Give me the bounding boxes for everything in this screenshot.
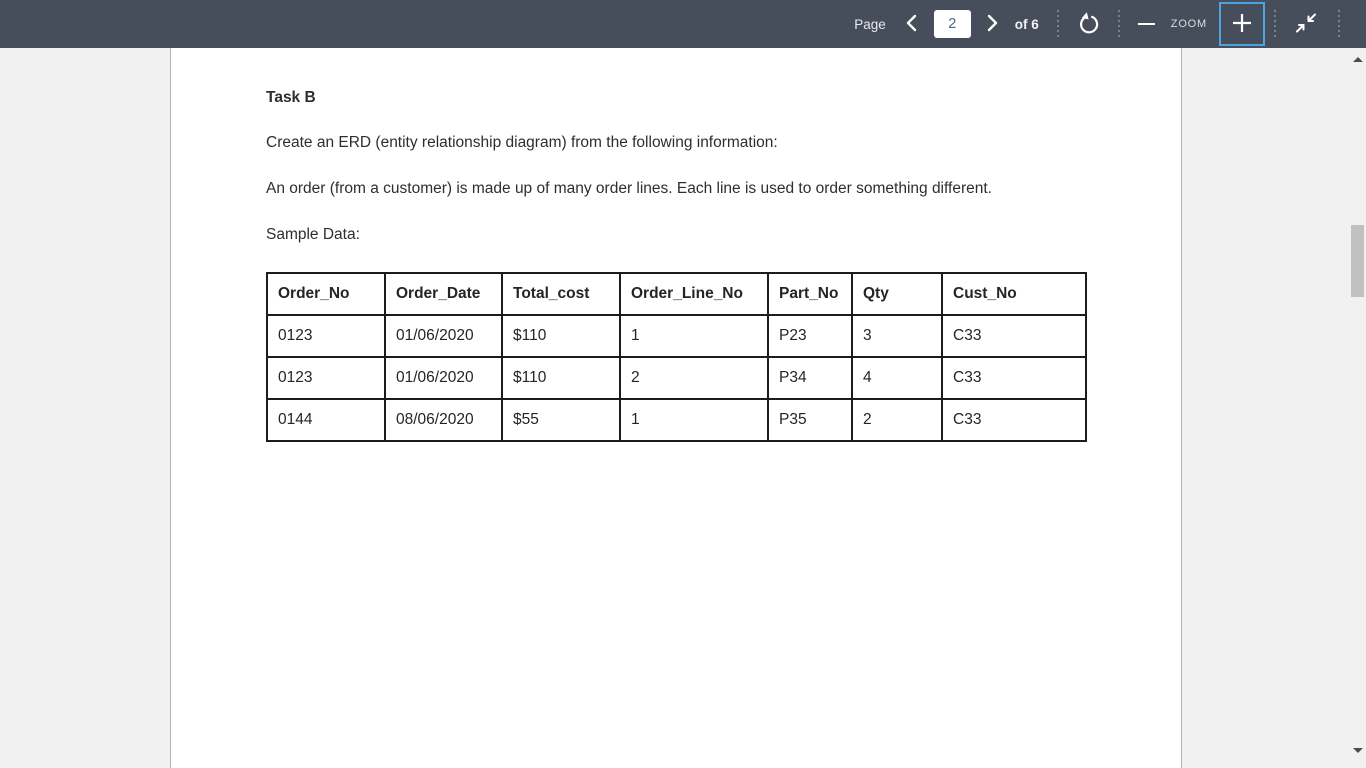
scroll-up-arrow-icon <box>1353 57 1363 62</box>
table-cell: $110 <box>502 315 620 357</box>
document-viewer: Task B Create an ERD (entity relationshi… <box>0 48 1366 768</box>
scroll-down-arrow-icon <box>1353 748 1363 753</box>
scrollbar-thumb[interactable] <box>1351 225 1364 297</box>
table-row: 0123 01/06/2020 $110 1 P23 3 C33 <box>267 315 1086 357</box>
table-cell: 0144 <box>267 399 385 441</box>
page-label: Page <box>854 17 886 32</box>
refresh-button[interactable] <box>1076 10 1102 38</box>
toolbar-separator <box>1338 10 1340 38</box>
previous-page-button[interactable] <box>904 12 920 36</box>
toolbar-separator <box>1057 10 1059 38</box>
table-cell: 4 <box>852 357 942 399</box>
collapse-button[interactable] <box>1293 10 1319 38</box>
table-header-cell: Order_No <box>267 273 385 315</box>
scroll-up-button[interactable] <box>1349 51 1366 68</box>
viewer-toolbar: Page of 6 ZOOM <box>0 0 1366 48</box>
table-cell: P35 <box>768 399 852 441</box>
chevron-left-icon <box>905 14 918 35</box>
collapse-inward-arrows-icon <box>1294 11 1318 38</box>
next-page-button[interactable] <box>985 12 1001 36</box>
table-cell: 01/06/2020 <box>385 315 502 357</box>
toolbar-separator <box>1118 10 1120 38</box>
table-header-row: Order_No Order_Date Total_cost Order_Lin… <box>267 273 1086 315</box>
table-cell: 0123 <box>267 315 385 357</box>
table-cell: 3 <box>852 315 942 357</box>
page-number-input[interactable] <box>934 10 971 38</box>
table-cell: C33 <box>942 357 1086 399</box>
table-cell: $110 <box>502 357 620 399</box>
table-cell: 2 <box>620 357 768 399</box>
table-cell: 1 <box>620 315 768 357</box>
table-cell: 08/06/2020 <box>385 399 502 441</box>
chevron-right-icon <box>986 14 999 35</box>
table-header-cell: Order_Line_No <box>620 273 768 315</box>
document-page: Task B Create an ERD (entity relationshi… <box>170 48 1182 768</box>
table-cell: 01/06/2020 <box>385 357 502 399</box>
table-cell: 1 <box>620 399 768 441</box>
table-cell: 0123 <box>267 357 385 399</box>
scroll-down-button[interactable] <box>1349 742 1366 759</box>
document-content: Task B Create an ERD (entity relationshi… <box>171 48 1181 442</box>
table-row: 0144 08/06/2020 $55 1 P35 2 C33 <box>267 399 1086 441</box>
table-row: 0123 01/06/2020 $110 2 P34 4 C33 <box>267 357 1086 399</box>
zoom-label: ZOOM <box>1171 18 1207 30</box>
minus-icon <box>1138 23 1155 25</box>
page-count-label: of 6 <box>1015 17 1039 32</box>
table-cell: P34 <box>768 357 852 399</box>
table-cell: $55 <box>502 399 620 441</box>
zoom-in-button[interactable] <box>1219 2 1265 46</box>
vertical-scrollbar <box>1349 48 1366 768</box>
task-heading: Task B <box>266 89 1181 107</box>
instruction-paragraph: Create an ERD (entity relationship diagr… <box>266 131 1011 154</box>
toolbar-separator <box>1274 10 1276 38</box>
plus-icon <box>1231 12 1253 37</box>
table-cell: P23 <box>768 315 852 357</box>
table-header-cell: Cust_No <box>942 273 1086 315</box>
refresh-icon <box>1077 11 1101 38</box>
table-header-cell: Qty <box>852 273 942 315</box>
table-cell: C33 <box>942 315 1086 357</box>
table-header-cell: Part_No <box>768 273 852 315</box>
sample-data-table: Order_No Order_Date Total_cost Order_Lin… <box>266 272 1087 442</box>
table-cell: C33 <box>942 399 1086 441</box>
sample-data-label: Sample Data: <box>266 223 1011 246</box>
description-paragraph: An order (from a customer) is made up of… <box>266 177 1011 200</box>
table-header-cell: Order_Date <box>385 273 502 315</box>
zoom-out-button[interactable] <box>1137 12 1157 36</box>
table-header-cell: Total_cost <box>502 273 620 315</box>
table-cell: 2 <box>852 399 942 441</box>
